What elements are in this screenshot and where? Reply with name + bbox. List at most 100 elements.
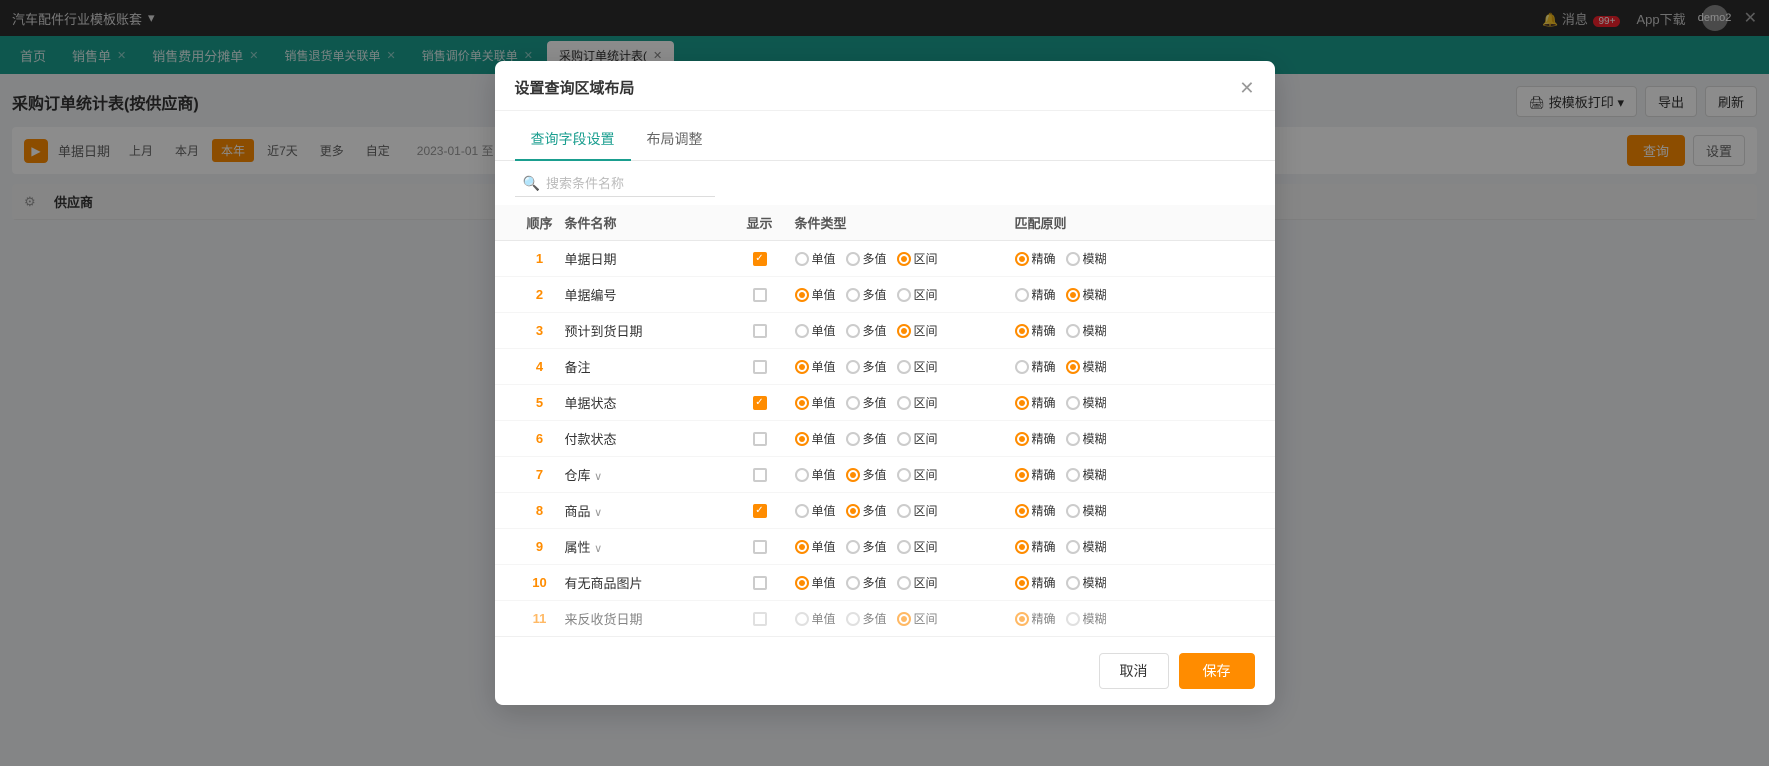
type-radio-range[interactable]: 区间 xyxy=(897,502,938,519)
type-radio-single[interactable]: 单值 xyxy=(795,574,836,591)
display-checkbox[interactable] xyxy=(753,252,767,266)
match-radio-exact[interactable]: 精确 xyxy=(1015,466,1056,483)
match-radio-fuzzy[interactable]: 模糊 xyxy=(1066,250,1107,267)
type-radio-range[interactable]: 区间 xyxy=(897,358,938,375)
radio-multi-icon xyxy=(846,252,860,266)
display-checkbox[interactable] xyxy=(753,504,767,518)
match-radio-fuzzy[interactable]: 模糊 xyxy=(1066,610,1107,627)
row-display[interactable] xyxy=(725,540,795,554)
table-row: 5 单据状态 单值 多值 xyxy=(495,385,1275,421)
type-radio-single[interactable]: 单值 xyxy=(795,502,836,519)
display-checkbox[interactable] xyxy=(753,612,767,626)
match-radio-exact[interactable]: 精确 xyxy=(1015,286,1056,303)
cancel-button[interactable]: 取消 xyxy=(1099,653,1169,689)
row-match: 精确 模糊 xyxy=(1015,610,1175,627)
row-display[interactable] xyxy=(725,576,795,590)
type-radio-range[interactable]: 区间 xyxy=(897,538,938,555)
type-radio-multi[interactable]: 多值 xyxy=(846,394,887,411)
type-radio-single[interactable]: 单值 xyxy=(795,358,836,375)
match-radio-fuzzy[interactable]: 模糊 xyxy=(1066,502,1107,519)
type-radio-range[interactable]: 区间 xyxy=(897,430,938,447)
display-checkbox[interactable] xyxy=(753,468,767,482)
search-input[interactable] xyxy=(546,176,706,191)
match-radio-fuzzy[interactable]: 模糊 xyxy=(1066,574,1107,591)
display-checkbox[interactable] xyxy=(753,288,767,302)
match-radio-exact[interactable]: 精确 xyxy=(1015,538,1056,555)
type-radio-single[interactable]: 单值 xyxy=(795,610,836,627)
type-radio-range[interactable]: 区间 xyxy=(897,286,938,303)
type-radio-range[interactable]: 区间 xyxy=(897,322,938,339)
row-display[interactable] xyxy=(725,252,795,266)
type-radio-range[interactable]: 区间 xyxy=(897,250,938,267)
match-radio-fuzzy[interactable]: 模糊 xyxy=(1066,394,1107,411)
row-display[interactable] xyxy=(725,288,795,302)
row-name: 来反收货日期 xyxy=(565,609,725,628)
type-radio-multi[interactable]: 多值 xyxy=(846,286,887,303)
type-radio-multi[interactable]: 多值 xyxy=(846,322,887,339)
match-radio-exact[interactable]: 精确 xyxy=(1015,250,1056,267)
save-button[interactable]: 保存 xyxy=(1179,653,1255,689)
row-match: 精确 模糊 xyxy=(1015,502,1175,519)
expand-icon: ∨ xyxy=(594,543,602,555)
type-radio-range[interactable]: 区间 xyxy=(897,574,938,591)
table-row: 8 商品 ∨ 单值 多值 xyxy=(495,493,1275,529)
row-display[interactable] xyxy=(725,360,795,374)
type-radio-multi[interactable]: 多值 xyxy=(846,574,887,591)
type-radio-single[interactable]: 单值 xyxy=(795,394,836,411)
match-radio-fuzzy[interactable]: 模糊 xyxy=(1066,430,1107,447)
match-radio-exact[interactable]: 精确 xyxy=(1015,322,1056,339)
row-display[interactable] xyxy=(725,396,795,410)
type-radio-multi[interactable]: 多值 xyxy=(846,358,887,375)
row-match: 精确 模糊 xyxy=(1015,466,1175,483)
type-radio-single[interactable]: 单值 xyxy=(795,538,836,555)
settings-modal: 设置查询区域布局 ✕ 查询字段设置 布局调整 🔍 顺序 xyxy=(495,61,1275,705)
display-checkbox[interactable] xyxy=(753,360,767,374)
table-row: 1 单据日期 单值 多值 xyxy=(495,241,1275,277)
type-radio-multi[interactable]: 多值 xyxy=(846,502,887,519)
match-radio-exact[interactable]: 精确 xyxy=(1015,430,1056,447)
type-radio-range[interactable]: 区间 xyxy=(897,466,938,483)
display-checkbox[interactable] xyxy=(753,396,767,410)
row-display[interactable] xyxy=(725,468,795,482)
radio-fuzzy-icon xyxy=(1066,252,1080,266)
type-radio-single[interactable]: 单值 xyxy=(795,250,836,267)
match-radio-fuzzy[interactable]: 模糊 xyxy=(1066,322,1107,339)
display-checkbox[interactable] xyxy=(753,432,767,446)
search-icon: 🔍 xyxy=(523,175,540,192)
tab-query-fields[interactable]: 查询字段设置 xyxy=(515,123,631,161)
type-radio-single[interactable]: 单值 xyxy=(795,286,836,303)
match-radio-fuzzy[interactable]: 模糊 xyxy=(1066,286,1107,303)
display-checkbox[interactable] xyxy=(753,324,767,338)
match-radio-exact[interactable]: 精确 xyxy=(1015,610,1056,627)
row-display[interactable] xyxy=(725,612,795,626)
match-radio-exact[interactable]: 精确 xyxy=(1015,574,1056,591)
match-radio-exact[interactable]: 精确 xyxy=(1015,358,1056,375)
display-checkbox[interactable] xyxy=(753,540,767,554)
row-display[interactable] xyxy=(725,432,795,446)
type-radio-single[interactable]: 单值 xyxy=(795,322,836,339)
display-checkbox[interactable] xyxy=(753,576,767,590)
match-radio-fuzzy[interactable]: 模糊 xyxy=(1066,538,1107,555)
type-radio-multi[interactable]: 多值 xyxy=(846,430,887,447)
type-radio-multi[interactable]: 多值 xyxy=(846,610,887,627)
row-display[interactable] xyxy=(725,504,795,518)
type-radio-multi[interactable]: 多值 xyxy=(846,250,887,267)
tab-layout-adjust[interactable]: 布局调整 xyxy=(631,123,719,161)
type-radio-single[interactable]: 单值 xyxy=(795,466,836,483)
row-display[interactable] xyxy=(725,324,795,338)
type-radio-multi[interactable]: 多值 xyxy=(846,466,887,483)
match-radio-fuzzy[interactable]: 模糊 xyxy=(1066,358,1107,375)
row-name: 付款状态 xyxy=(565,429,725,448)
type-radio-range[interactable]: 区间 xyxy=(897,394,938,411)
type-radio-multi[interactable]: 多值 xyxy=(846,538,887,555)
match-radio-exact[interactable]: 精确 xyxy=(1015,394,1056,411)
row-match: 精确 模糊 xyxy=(1015,430,1175,447)
row-type: 单值 多值 区间 xyxy=(795,286,1015,303)
type-radio-range[interactable]: 区间 xyxy=(897,610,938,627)
modal-close-button[interactable]: ✕ xyxy=(1239,79,1254,97)
modal-table-header: 顺序 条件名称 显示 条件类型 匹配原则 xyxy=(495,205,1275,241)
type-radio-single[interactable]: 单值 xyxy=(795,430,836,447)
match-radio-fuzzy[interactable]: 模糊 xyxy=(1066,466,1107,483)
match-radio-exact[interactable]: 精确 xyxy=(1015,502,1056,519)
table-row: 3 预计到货日期 单值 多值 xyxy=(495,313,1275,349)
